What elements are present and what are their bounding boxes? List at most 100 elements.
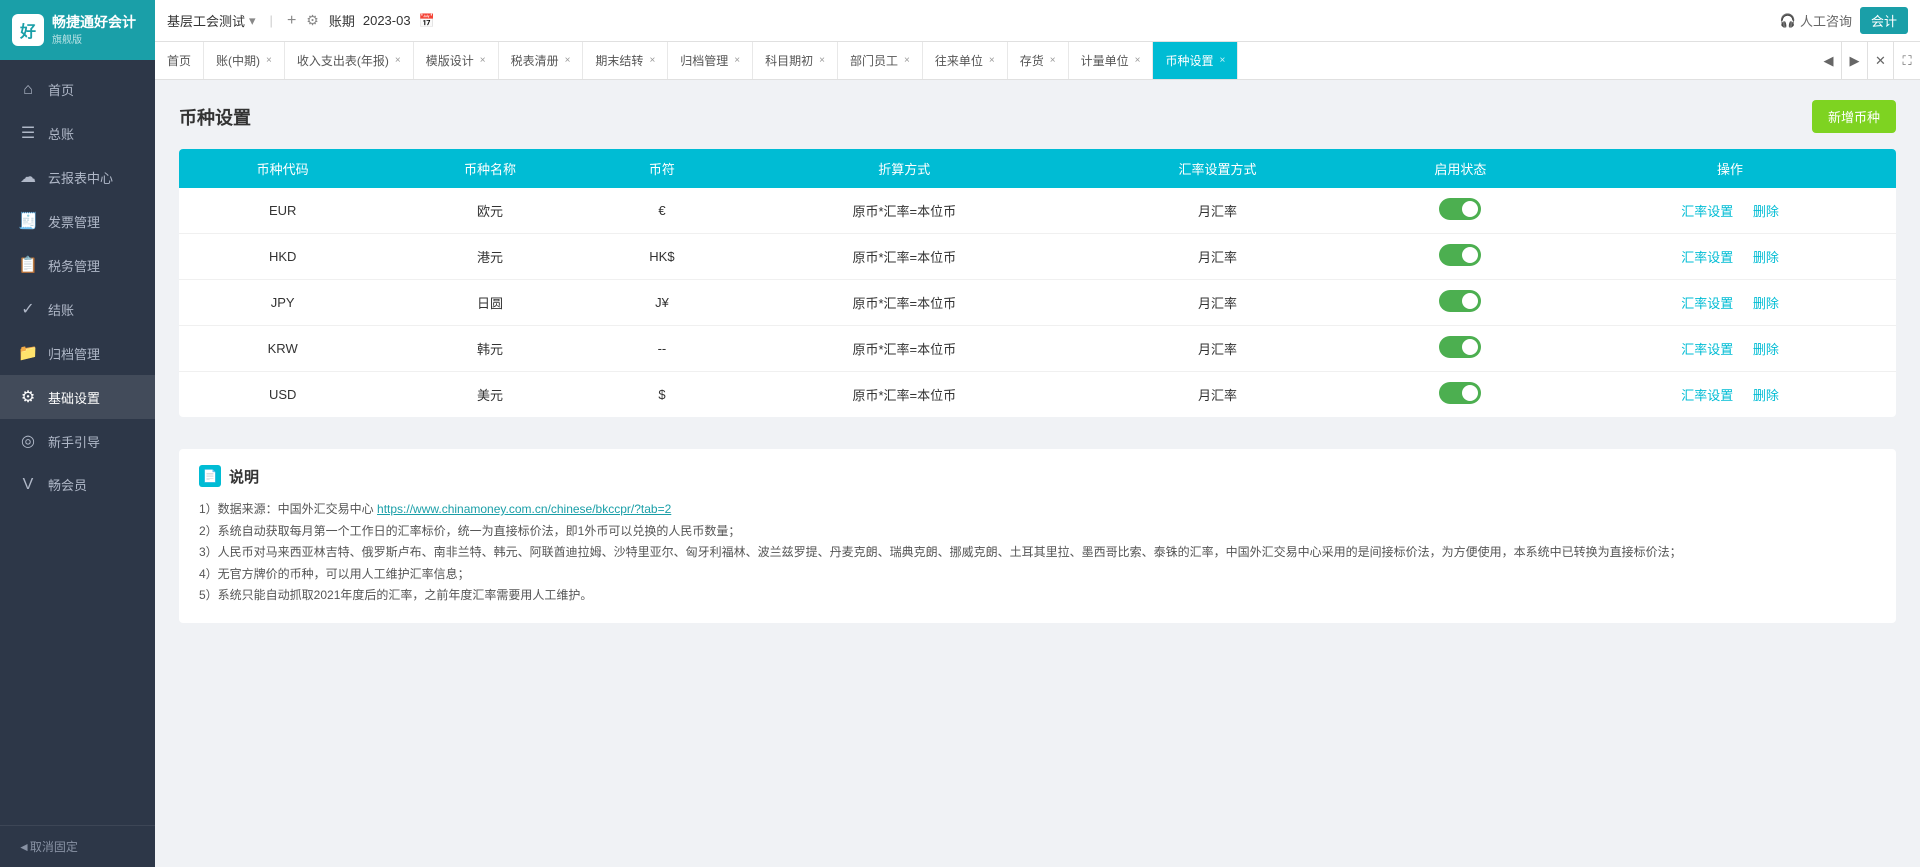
tab-bizhong[interactable]: 币种设置× [1153, 42, 1238, 80]
nav-label-zhangzhang: 总账 [48, 124, 74, 143]
notes-link[interactable]: https://www.chinamoney.com.cn/chinese/bk… [377, 502, 671, 516]
sidebar-item-zhangzhang[interactable]: ☰ 总账 [0, 111, 155, 155]
toggle-track-2 [1439, 290, 1481, 312]
add-icon[interactable]: + [287, 12, 296, 30]
period-value: 2023-03 [363, 13, 411, 28]
table-row: EUR 欧元 € 原币*汇率=本位币 月汇率 汇率设置 删除 [179, 188, 1896, 234]
tab-home[interactable]: 首页 [155, 42, 204, 80]
cell-actions-4: 汇率设置 删除 [1564, 372, 1896, 418]
tab-close-bumen[interactable]: × [904, 55, 910, 66]
tab-next-button[interactable]: ▶ [1842, 42, 1868, 80]
rate-setting-link-1[interactable]: 汇率设置 [1681, 250, 1733, 265]
toggle-1[interactable] [1439, 244, 1481, 266]
tab-close-bizhong[interactable]: × [1219, 55, 1225, 66]
cell-code-1: HKD [179, 234, 386, 280]
sidebar-item-shuiwu[interactable]: 📋 税务管理 [0, 243, 155, 287]
tab-close-all-button[interactable]: ✕ [1868, 42, 1894, 80]
cell-code-0: EUR [179, 188, 386, 234]
cell-calc-0: 原币*汇率=本位币 [730, 188, 1078, 234]
sidebar-item-jichushezhi[interactable]: ⚙ 基础设置 [0, 375, 155, 419]
col-header-status: 启用状态 [1357, 149, 1564, 188]
tab-bumen[interactable]: 部门员工× [838, 42, 923, 80]
tab-close-shouru[interactable]: × [395, 55, 401, 66]
tab-kemu[interactable]: 科目期初× [753, 42, 838, 80]
cell-status-2[interactable] [1357, 280, 1564, 326]
cell-name-1: 港元 [386, 234, 593, 280]
tab-label-jiliang: 计量单位 [1081, 52, 1129, 69]
cell-rate-2: 月汇率 [1078, 280, 1356, 326]
cell-rate-0: 月汇率 [1078, 188, 1356, 234]
toggle-3[interactable] [1439, 336, 1481, 358]
delete-link-1[interactable]: 删除 [1753, 250, 1779, 265]
role-button[interactable]: 会计 [1860, 7, 1908, 34]
toggle-track-4 [1439, 382, 1481, 404]
rate-setting-link-2[interactable]: 汇率设置 [1681, 296, 1733, 311]
sidebar-item-home[interactable]: ⌂ 首页 [0, 68, 155, 111]
cell-status-4[interactable] [1357, 372, 1564, 418]
toggle-0[interactable] [1439, 198, 1481, 220]
col-header-symbol: 币符 [594, 149, 730, 188]
topbar: 基层工会测试 ▾ | + ⚙ 账期 2023-03 📅 🎧 人工咨询 会计 [155, 0, 1920, 42]
tab-close-guidan[interactable]: × [734, 55, 740, 66]
toggle-thumb-2 [1462, 293, 1478, 309]
toggle-2[interactable] [1439, 290, 1481, 312]
tab-shuiwu[interactable]: 税表清册× [499, 42, 584, 80]
cell-status-3[interactable] [1357, 326, 1564, 372]
tab-fullscreen-button[interactable]: ⛶ [1894, 42, 1920, 80]
tab-close-shuiwu[interactable]: × [565, 55, 571, 66]
delete-link-2[interactable]: 删除 [1753, 296, 1779, 311]
cell-symbol-4: $ [594, 372, 730, 418]
tab-wanglaidan[interactable]: 往来单位× [923, 42, 1008, 80]
tab-close-wanglaidan[interactable]: × [989, 55, 995, 66]
tab-close-zhongqi[interactable]: × [266, 55, 272, 66]
rate-setting-link-4[interactable]: 汇率设置 [1681, 388, 1733, 403]
tab-cunkuo[interactable]: 存货× [1008, 42, 1069, 80]
toggle-track-3 [1439, 336, 1481, 358]
tab-label-home: 首页 [167, 52, 191, 69]
table-row: JPY 日圆 J¥ 原币*汇率=本位币 月汇率 汇率设置 删除 [179, 280, 1896, 326]
tab-close-jiliang[interactable]: × [1135, 55, 1141, 66]
tab-close-muban[interactable]: × [480, 55, 486, 66]
settings-icon[interactable]: ⚙ [306, 12, 319, 29]
sidebar-item-fapiao[interactable]: 🧾 发票管理 [0, 199, 155, 243]
delete-link-3[interactable]: 删除 [1753, 342, 1779, 357]
cell-code-3: KRW [179, 326, 386, 372]
divider: | [270, 13, 273, 28]
delete-link-0[interactable]: 删除 [1753, 204, 1779, 219]
delete-link-4[interactable]: 删除 [1753, 388, 1779, 403]
col-header-rate: 汇率设置方式 [1078, 149, 1356, 188]
tab-label-guidan: 归档管理 [680, 52, 728, 69]
tab-jiliang[interactable]: 计量单位 × [1069, 42, 1154, 80]
tab-muban[interactable]: 模版设计 × [414, 42, 499, 80]
sidebar-item-report[interactable]: ☁ 云报表中心 [0, 155, 155, 199]
notes-item-0: 1）数据来源：中国外汇交易中心 https://www.chinamoney.c… [199, 499, 1876, 521]
sidebar-item-xinshou[interactable]: ◎ 新手引导 [0, 419, 155, 463]
rate-setting-link-3[interactable]: 汇率设置 [1681, 342, 1733, 357]
tab-label-muban: 模版设计 [426, 52, 474, 69]
help-button[interactable]: 🎧 人工咨询 [1780, 11, 1852, 30]
tab-shouru[interactable]: 收入支出表(年报)× [285, 42, 414, 80]
app-logo: 好 畅捷通好会计 旗舰版 [0, 0, 155, 60]
cell-status-0[interactable] [1357, 188, 1564, 234]
tab-guidan[interactable]: 归档管理 × [668, 42, 753, 80]
tab-close-qianjie[interactable]: × [649, 55, 655, 66]
headset-icon: 🎧 [1780, 13, 1796, 29]
company-selector[interactable]: 基层工会测试 ▾ [167, 11, 256, 30]
sidebar-item-jiezhang[interactable]: ✓ 结账 [0, 287, 155, 331]
notes-icon: 📄 [199, 465, 221, 487]
table-body: EUR 欧元 € 原币*汇率=本位币 月汇率 汇率设置 删除 HKD 港元 HK… [179, 188, 1896, 417]
tab-close-kemu[interactable]: × [819, 55, 825, 66]
cell-status-1[interactable] [1357, 234, 1564, 280]
sidebar-item-guidan[interactable]: 📁 归档管理 [0, 331, 155, 375]
tab-zhongqi[interactable]: 账(中期)× [204, 42, 285, 80]
sidebar-pin-toggle[interactable]: ◄取消固定 [0, 825, 155, 867]
toggle-4[interactable] [1439, 382, 1481, 404]
calendar-icon[interactable]: 📅 [419, 13, 435, 29]
tab-qianjie[interactable]: 期末结转× [583, 42, 668, 80]
rate-setting-link-0[interactable]: 汇率设置 [1681, 204, 1733, 219]
sidebar-item-huiyuan[interactable]: V 畅会员 [0, 463, 155, 506]
nav-icon-zhangzhang: ☰ [18, 123, 38, 143]
tab-prev-button[interactable]: ◀ [1816, 42, 1842, 80]
tab-close-cunkuo[interactable]: × [1050, 55, 1056, 66]
new-currency-button[interactable]: 新增币种 [1812, 100, 1896, 133]
